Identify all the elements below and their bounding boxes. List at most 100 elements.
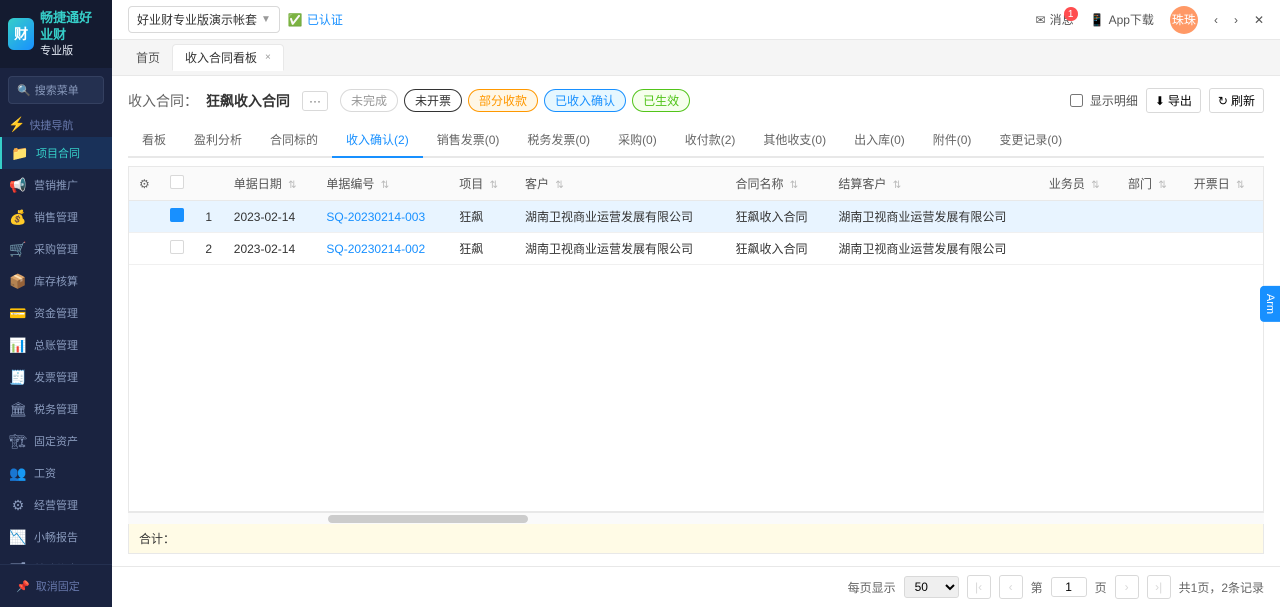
- show-detail-input[interactable]: [1070, 94, 1083, 107]
- th-contract[interactable]: 合同名称 ⇅: [725, 167, 828, 201]
- capital-icon: 💳: [8, 303, 28, 323]
- row2-date: 2023-02-14: [224, 233, 317, 265]
- th-settle-customer[interactable]: 结算客户 ⇅: [828, 167, 1038, 201]
- subtab-payment[interactable]: 收付款(2): [671, 123, 750, 158]
- page-number-input[interactable]: [1051, 577, 1087, 597]
- sort-customer-icon: ⇅: [555, 180, 563, 191]
- tab-income-contract[interactable]: 收入合同看板 ×: [172, 44, 284, 71]
- row1-customer: 湖南卫视商业运营发展有限公司: [515, 201, 725, 233]
- sidebar-item-hr[interactable]: 👥 工资: [0, 457, 112, 489]
- row1-settle-customer: 湖南卫视商业运营发展有限公司: [828, 201, 1038, 233]
- sidebar-item-general[interactable]: 📊 总账管理: [0, 329, 112, 361]
- row2-checkbox[interactable]: [170, 240, 184, 254]
- invoice-icon: 🧾: [8, 367, 28, 387]
- show-detail-checkbox[interactable]: 显示明细: [1070, 92, 1138, 109]
- subtab-other-income[interactable]: 其他收支(0): [749, 123, 840, 158]
- search-menu-button[interactable]: 🔍 搜索菜单: [8, 76, 104, 104]
- select-all-checkbox[interactable]: [170, 175, 184, 189]
- subtab-attachment[interactable]: 附件(0): [919, 123, 986, 158]
- arm-float-button[interactable]: Arm: [1260, 285, 1280, 321]
- sidebar-item-report[interactable]: 📉 小畅报告: [0, 521, 112, 553]
- table-row: 2 2023-02-14 SQ-20230214-002 狂飙 湖南卫视商业运营…: [129, 233, 1263, 265]
- sidebar-bottom: 📌 取消固定: [0, 564, 112, 607]
- per-page-select[interactable]: 50 100 200: [904, 576, 959, 598]
- subtab-income-confirm[interactable]: 收入确认(2): [332, 123, 423, 158]
- row2-check[interactable]: [160, 233, 194, 265]
- sidebar-item-capital[interactable]: 💳 资金管理: [0, 297, 112, 329]
- sidebar-item-sales[interactable]: 💰 销售管理: [0, 201, 112, 233]
- subtab-sales-invoice[interactable]: 销售发票(0): [423, 123, 514, 158]
- subtab-tax-invoice[interactable]: 税务发票(0): [513, 123, 604, 158]
- horizontal-scrollbar[interactable]: [128, 512, 1264, 524]
- th-check: [160, 167, 194, 201]
- th-project[interactable]: 项目 ⇅: [449, 167, 515, 201]
- refresh-button[interactable]: ↻ 刷新: [1209, 88, 1264, 113]
- row2-contract: 狂飙收入合同: [725, 233, 828, 265]
- quick-nav-section[interactable]: ⚡ 快捷导航: [0, 112, 112, 137]
- th-customer[interactable]: 客户 ⇅: [515, 167, 725, 201]
- settings-icon[interactable]: ⚙: [139, 177, 150, 191]
- sidebar-item-base[interactable]: 🗂 基础信息: [0, 553, 112, 564]
- sort-salesperson-icon: ⇅: [1091, 180, 1099, 191]
- pagination-prev-button[interactable]: ‹: [999, 575, 1023, 599]
- messages-button[interactable]: ✉ 1 消息: [1036, 11, 1074, 28]
- tab-home[interactable]: 首页: [128, 45, 168, 70]
- company-selector[interactable]: 好业财专业版演示帐套 ▼: [128, 6, 280, 33]
- tab-close-icon[interactable]: ×: [265, 52, 271, 63]
- subtab-changes[interactable]: 变更记录(0): [985, 123, 1076, 158]
- pagination-last-button[interactable]: ›|: [1147, 575, 1171, 599]
- page-title-row: 收入合同： 狂飙收入合同 ··· 未完成 未开票 部分收款 已收入确认 已生效: [128, 89, 690, 112]
- status-effective[interactable]: 已生效: [632, 89, 690, 112]
- status-partial[interactable]: 部分收款: [468, 89, 538, 112]
- subtab-warehouse[interactable]: 出入库(0): [840, 123, 919, 158]
- sort-date-icon: ⇅: [288, 180, 296, 191]
- row1-check[interactable]: [160, 201, 194, 233]
- sidebar-item-inventory[interactable]: 📦 库存核算: [0, 265, 112, 297]
- download-icon: 📱: [1090, 13, 1105, 27]
- th-open-date[interactable]: 开票日 ⇅: [1184, 167, 1263, 201]
- scrollbar-thumb[interactable]: [328, 515, 528, 523]
- pin-icon: 📌: [16, 580, 30, 593]
- row1-date: 2023-02-14: [224, 201, 317, 233]
- export-button[interactable]: ⬇ 导出: [1146, 88, 1201, 113]
- row2-department: [1118, 233, 1184, 265]
- th-date[interactable]: 单据日期 ⇅: [224, 167, 317, 201]
- th-order-no[interactable]: 单据编号 ⇅: [316, 167, 449, 201]
- app-download-button[interactable]: 📱 App下载: [1090, 11, 1154, 28]
- sort-contract-icon: ⇅: [790, 180, 798, 191]
- row1-checkbox[interactable]: [170, 208, 184, 222]
- sidebar-item-marketing[interactable]: 📢 营销推广: [0, 169, 112, 201]
- row1-order-no[interactable]: SQ-20230214-003: [316, 201, 449, 233]
- sidebar-item-invoice[interactable]: 🧾 发票管理: [0, 361, 112, 393]
- more-button[interactable]: ···: [302, 91, 328, 111]
- subtab-standards[interactable]: 合同标的: [256, 123, 332, 158]
- pagination-next-button[interactable]: ›: [1115, 575, 1139, 599]
- status-incomplete[interactable]: 未完成: [340, 89, 398, 112]
- sidebar-item-tax[interactable]: 🏛 税务管理: [0, 393, 112, 425]
- sort-settle-icon: ⇅: [893, 180, 901, 191]
- subtab-purchase[interactable]: 采购(0): [604, 123, 671, 158]
- sidebar-item-purchase[interactable]: 🛒 采购管理: [0, 233, 112, 265]
- close-tab-button[interactable]: ✕: [1254, 13, 1264, 27]
- pagination-first-button[interactable]: |‹: [967, 575, 991, 599]
- subtabs: 看板 盈利分析 合同标的 收入确认(2) 销售发票(0) 税务发票(0) 采购(…: [128, 123, 1264, 158]
- general-icon: 📊: [8, 335, 28, 355]
- subtab-profit[interactable]: 盈利分析: [180, 123, 256, 158]
- logo-icon: 财: [8, 18, 34, 50]
- nav-prev-button[interactable]: ‹: [1214, 13, 1218, 27]
- sidebar-item-ops[interactable]: ⚙ 经营管理: [0, 489, 112, 521]
- status-confirmed[interactable]: 已收入确认: [544, 89, 626, 112]
- sidebar-item-fixed[interactable]: 🏗 固定资产: [0, 425, 112, 457]
- status-no-invoice[interactable]: 未开票: [404, 89, 462, 112]
- user-avatar-area[interactable]: 珠珠: [1170, 6, 1198, 34]
- th-department[interactable]: 部门 ⇅: [1118, 167, 1184, 201]
- sidebar-item-project[interactable]: 📁 项目合同: [0, 137, 112, 169]
- nav-next-button[interactable]: ›: [1234, 13, 1238, 27]
- sort-project-icon: ⇅: [490, 180, 498, 191]
- unpin-button[interactable]: 📌 取消固定: [8, 573, 104, 599]
- subtab-dashboard[interactable]: 看板: [128, 123, 180, 158]
- row1-setting: [129, 201, 160, 233]
- th-salesperson[interactable]: 业务员 ⇅: [1039, 167, 1118, 201]
- topbar-right: ✉ 1 消息 📱 App下载 珠珠 ‹ › ✕: [1036, 6, 1264, 34]
- row2-order-no[interactable]: SQ-20230214-002: [316, 233, 449, 265]
